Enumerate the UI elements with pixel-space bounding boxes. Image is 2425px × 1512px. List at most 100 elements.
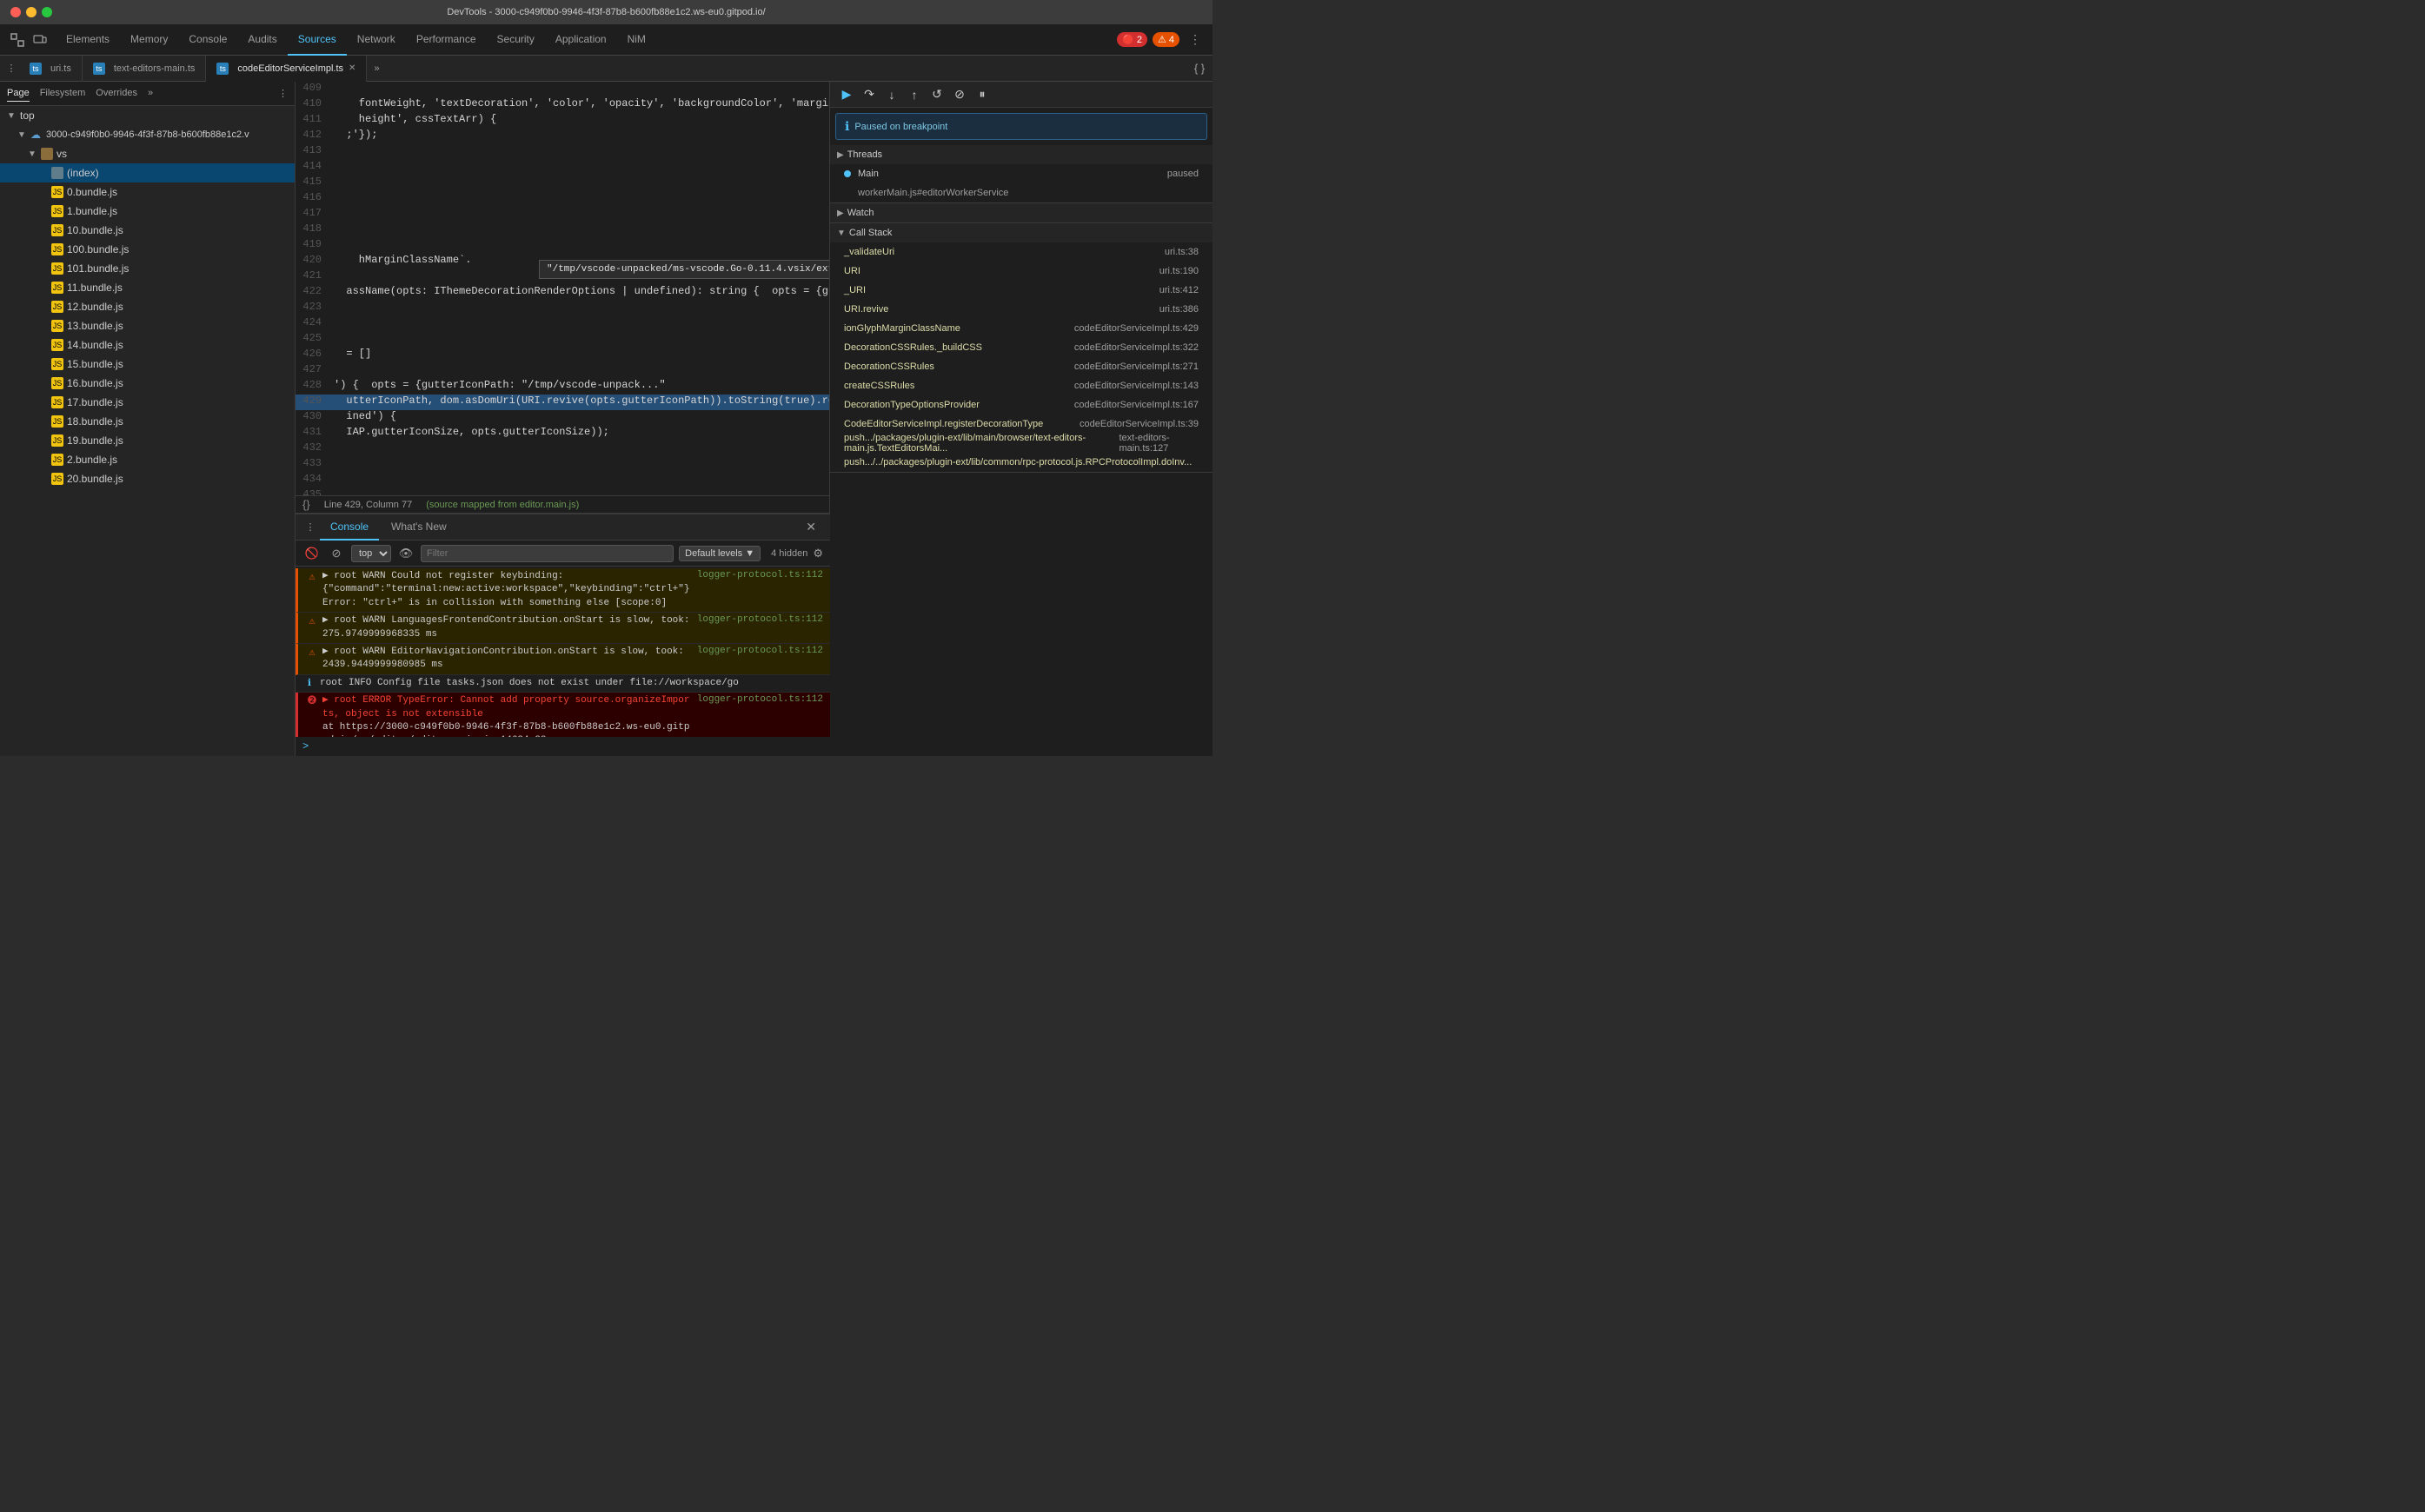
tree-item-1bundle[interactable]: JS 1.bundle.js	[0, 202, 295, 221]
call-stack-item[interactable]: ionGlyphMarginClassNamecodeEditorService…	[830, 319, 1212, 338]
call-stack-item[interactable]: URI.reviveuri.ts:386	[830, 300, 1212, 319]
console-prompt[interactable]: >	[296, 737, 830, 756]
threads-header[interactable]: ▶ Threads	[830, 145, 1212, 164]
tab-application[interactable]: Application	[545, 24, 617, 56]
pause-on-exception-button[interactable]: ⏸	[973, 85, 992, 104]
line-content[interactable]	[330, 144, 829, 160]
minimize-button[interactable]	[26, 7, 37, 17]
eye-icon[interactable]: 👁	[396, 544, 415, 563]
thread-worker[interactable]: workerMain.js#editorWorkerService	[830, 183, 1212, 202]
tree-item-top[interactable]: ▼ top	[0, 106, 295, 125]
step-back-button[interactable]: ↺	[927, 85, 947, 104]
thread-main[interactable]: Main paused	[830, 164, 1212, 183]
tree-item-vs[interactable]: ▼ vs	[0, 144, 295, 163]
line-content[interactable]: ined') {	[330, 410, 829, 426]
tab-memory[interactable]: Memory	[120, 24, 178, 56]
window-controls[interactable]	[10, 7, 52, 17]
console-close-button[interactable]: ✕	[799, 520, 823, 534]
tree-item-12bundle[interactable]: JS 12.bundle.js	[0, 297, 295, 316]
tree-item-2bundle[interactable]: JS 2.bundle.js	[0, 450, 295, 469]
panel-tab-page[interactable]: Page	[7, 85, 30, 102]
line-content[interactable]: fontWeight, 'textDecoration', 'color', '…	[330, 97, 829, 113]
tree-item-14bundle[interactable]: JS 14.bundle.js	[0, 335, 295, 355]
tree-item-16bundle[interactable]: JS 16.bundle.js	[0, 374, 295, 393]
line-content[interactable]	[330, 238, 829, 254]
line-content[interactable]: height', cssTextArr) {	[330, 113, 829, 129]
call-stack-item[interactable]: _validateUriuri.ts:38	[830, 242, 1212, 262]
tree-item-13bundle[interactable]: JS 13.bundle.js	[0, 316, 295, 335]
tab-console[interactable]: Console	[178, 24, 237, 56]
tree-item-20bundle[interactable]: JS 20.bundle.js	[0, 469, 295, 488]
more-options-icon[interactable]: ⋮	[1185, 30, 1206, 50]
console-settings-icon[interactable]: ⚙	[813, 547, 823, 560]
deactivate-button[interactable]: ⊘	[950, 85, 969, 104]
file-tab-codeEditorServiceImpl[interactable]: ts codeEditorServiceImpl.ts ✕	[206, 56, 367, 82]
tree-item-19bundle[interactable]: JS 19.bundle.js	[0, 431, 295, 450]
tree-item-100bundle[interactable]: JS 100.bundle.js	[0, 240, 295, 259]
console-output[interactable]: ⚠ ▶ root WARN Could not register keybind…	[296, 567, 830, 737]
line-content[interactable]	[330, 488, 829, 495]
tree-item-0bundle[interactable]: JS 0.bundle.js	[0, 182, 295, 202]
call-stack-item[interactable]: CodeEditorServiceImpl.registerDecoration…	[830, 414, 1212, 434]
file-tab-uri-ts[interactable]: ts uri.ts	[19, 56, 83, 82]
tree-item-18bundle[interactable]: JS 18.bundle.js	[0, 412, 295, 431]
tab-performance[interactable]: Performance	[406, 24, 487, 56]
tree-item-15bundle[interactable]: JS 15.bundle.js	[0, 355, 295, 374]
tree-item-remote[interactable]: ▼ ☁ 3000-c949f0b0-9946-4f3f-87b8-b600fb8…	[0, 125, 295, 144]
line-content[interactable]	[330, 332, 829, 348]
console-tab-whatsnew[interactable]: What's New	[381, 514, 457, 540]
call-stack-item[interactable]: createCSSRulescodeEditorServiceImpl.ts:1…	[830, 376, 1212, 395]
step-into-button[interactable]: ↓	[882, 85, 901, 104]
tree-item-index[interactable]: (index)	[0, 163, 295, 182]
clear-console-button[interactable]: 🚫	[302, 544, 322, 563]
line-content[interactable]	[330, 207, 829, 222]
resume-button[interactable]: ▶	[837, 85, 856, 104]
line-content[interactable]	[330, 176, 829, 191]
line-content[interactable]	[330, 441, 829, 457]
tabs-overflow-button[interactable]: »	[367, 63, 386, 74]
tree-item-10bundle[interactable]: JS 10.bundle.js	[0, 221, 295, 240]
panel-tab-more[interactable]: »	[148, 85, 153, 102]
line-content[interactable]	[330, 363, 829, 379]
console-panel-options[interactable]: ⋮	[302, 517, 318, 538]
log-levels-dropdown[interactable]: Default levels ▼	[679, 546, 761, 561]
tab-audits[interactable]: Audits	[237, 24, 287, 56]
line-content[interactable]	[330, 82, 829, 97]
line-content[interactable]	[330, 473, 829, 488]
line-content[interactable]	[330, 316, 829, 332]
callstack-header[interactable]: ▼ Call Stack	[830, 223, 1212, 242]
pretty-print-icon[interactable]: { }	[1190, 59, 1209, 78]
tree-item-101bundle[interactable]: JS 101.bundle.js	[0, 259, 295, 278]
call-stack-item[interactable]: DecorationCSSRulescodeEditorServiceImpl.…	[830, 357, 1212, 376]
line-content[interactable]: ') { opts = {gutterIconPath: "/tmp/vscod…	[330, 379, 829, 395]
panel-tab-filesystem[interactable]: Filesystem	[40, 85, 86, 102]
line-content[interactable]	[330, 457, 829, 473]
tab-network[interactable]: Network	[347, 24, 406, 56]
error-count-badge[interactable]: 🔴 2	[1117, 32, 1147, 47]
file-tab-text-editors[interactable]: ts text-editors-main.ts	[83, 56, 207, 82]
filter-toggle-button[interactable]: ⊘	[327, 544, 346, 563]
step-over-button[interactable]: ↷	[860, 85, 879, 104]
call-stack-item[interactable]: push.../packages/plugin-ext/lib/main/bro…	[830, 434, 1212, 453]
call-stack-item[interactable]: DecorationCSSRules._buildCSScodeEditorSe…	[830, 338, 1212, 357]
code-area[interactable]: "/tmp/vscode-unpacked/ms-vscode.Go-0.11.…	[296, 82, 829, 495]
line-content[interactable]: assName(opts: IThemeDecorationRenderOpti…	[330, 285, 829, 301]
line-content[interactable]	[330, 160, 829, 176]
call-stack-item[interactable]: _URIuri.ts:412	[830, 281, 1212, 300]
line-content[interactable]: IAP.gutterIconSize, opts.gutterIconSize)…	[330, 426, 829, 441]
tab-nim[interactable]: NiM	[617, 24, 656, 56]
tree-item-11bundle[interactable]: JS 11.bundle.js	[0, 278, 295, 297]
inspect-icon[interactable]	[7, 30, 28, 50]
warn-count-badge[interactable]: ⚠ 4	[1153, 32, 1179, 47]
close-tab-icon[interactable]: ✕	[349, 63, 355, 73]
panel-tab-overrides[interactable]: Overrides	[96, 85, 137, 102]
tab-elements[interactable]: Elements	[56, 24, 120, 56]
line-content[interactable]: = []	[330, 348, 829, 363]
line-content[interactable]: ;'});	[330, 129, 829, 144]
call-stack-item[interactable]: URIuri.ts:190	[830, 262, 1212, 281]
maximize-button[interactable]	[42, 7, 52, 17]
context-selector[interactable]: top	[351, 545, 391, 562]
device-icon[interactable]	[30, 30, 50, 50]
call-stack-item[interactable]: DecorationTypeOptionsProvidercodeEditorS…	[830, 395, 1212, 414]
watch-header[interactable]: ▶ Watch	[830, 203, 1212, 222]
